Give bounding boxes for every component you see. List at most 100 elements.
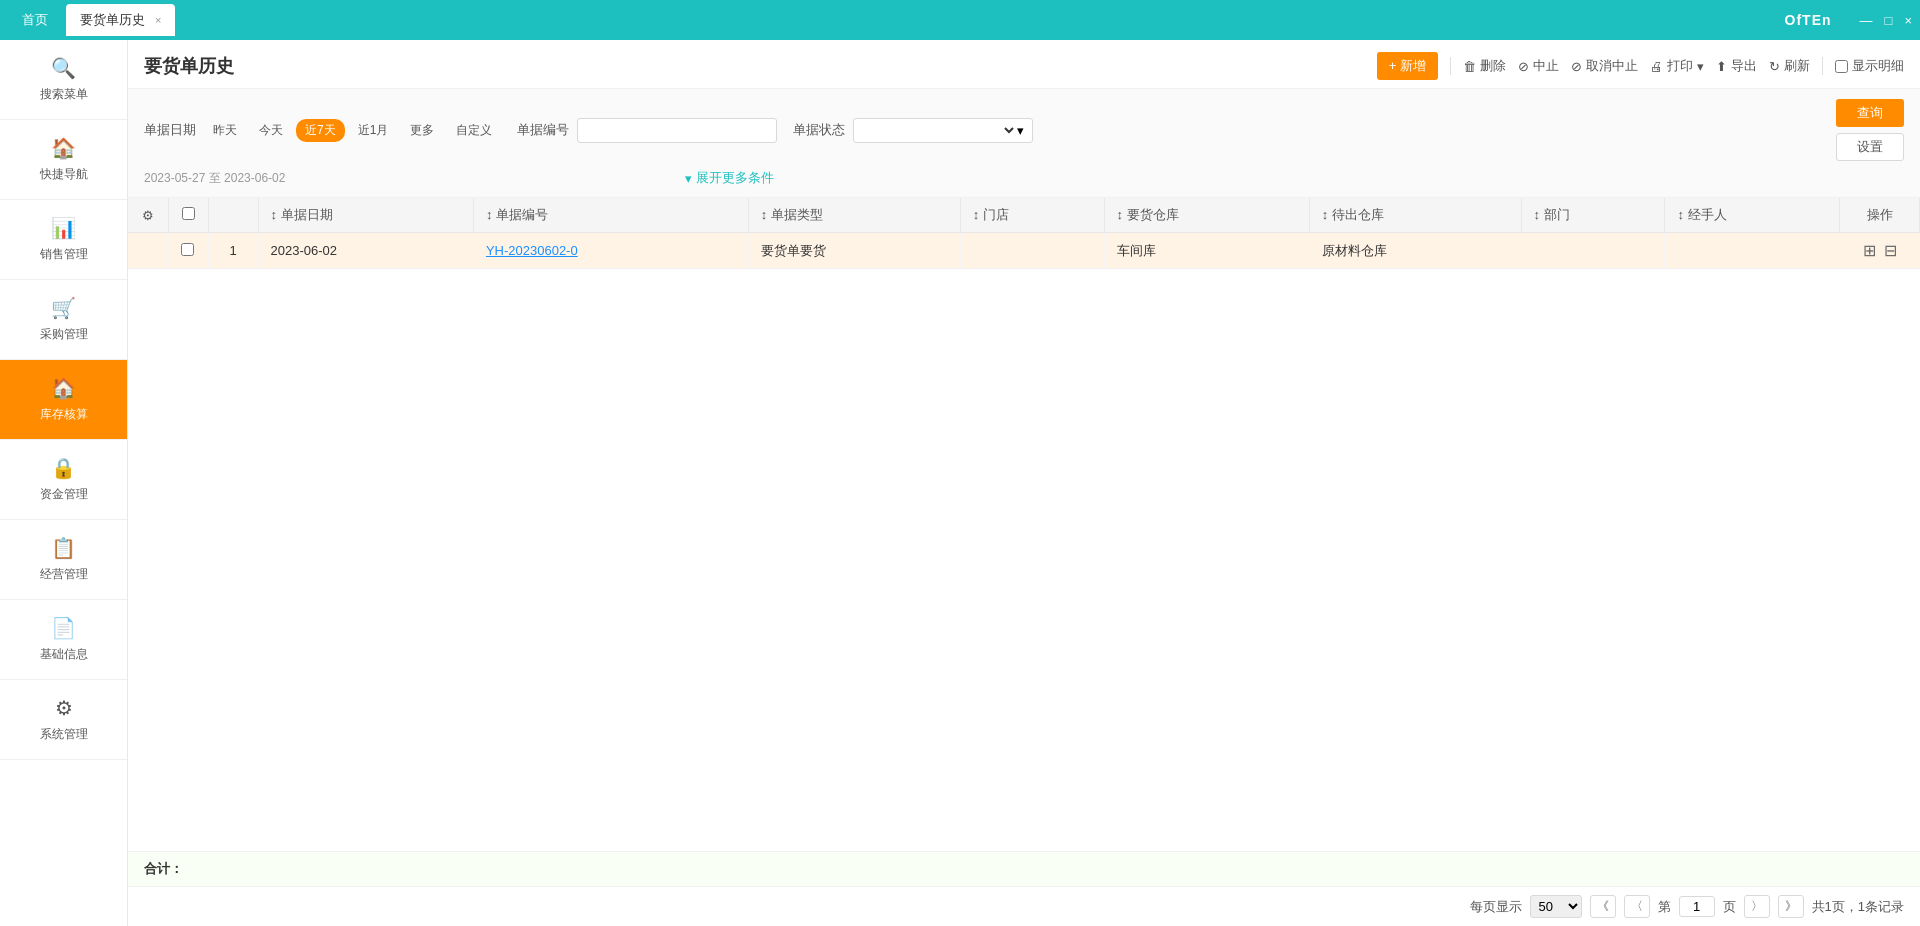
sidebar-item-label-inventory: 库存核算 [40,406,88,423]
tab-home[interactable]: 首页 [8,4,62,36]
sidebar-item-basic-info[interactable]: 📄 基础信息 [0,600,127,680]
show-detail-label: 显示明细 [1852,57,1904,75]
shortcut-nav-icon: 🏠 [51,136,76,160]
expand-conditions-button[interactable]: ▾ 展开更多条件 [685,169,774,187]
page-size-select[interactable]: 50 10 20 100 [1530,895,1582,918]
row-docno[interactable]: YH-20230602-0 [473,233,748,269]
sidebar-item-sales-mgmt[interactable]: 📊 销售管理 [0,200,127,280]
col-settings[interactable]: ⚙ [128,198,168,233]
col-date-label: ↕ 单据日期 [271,207,333,222]
refresh-label: 刷新 [1784,57,1810,75]
delete-icon: 🗑 [1463,59,1476,74]
row-handler [1665,233,1840,269]
col-doctype-label: ↕ 单据类型 [761,207,823,222]
tab-close-icon[interactable]: × [155,14,161,26]
date-range-text: 2023-05-27 至 2023-06-02 [144,170,285,187]
next-page-button[interactable]: 〉 [1744,895,1770,918]
show-detail-checkbox[interactable] [1835,60,1848,73]
col-dept[interactable]: ↕ 部门 [1521,198,1665,233]
window-minimize-icon[interactable]: — [1860,13,1873,28]
summary-label: 合计： [144,860,183,878]
data-table: ⚙ ↕ 单据日期 ↕ 单据编号 ↕ 单据类型 [128,198,1920,269]
basic-info-icon: 📄 [51,616,76,640]
col-store[interactable]: ↕ 门店 [960,198,1104,233]
sidebar-item-system-mgmt[interactable]: ⚙ 系统管理 [0,680,127,760]
top-bar: 首页 要货单历史 × OfTEn — □ × [0,0,1920,40]
col-date[interactable]: ↕ 单据日期 [258,198,473,233]
col-handler[interactable]: ↕ 经手人 [1665,198,1840,233]
docno-filter-input[interactable] [577,118,777,143]
date-btn-7days[interactable]: 近7天 [296,119,345,142]
print-button[interactable]: 🖨 打印 ▾ [1650,57,1704,75]
date-btn-today[interactable]: 今天 [250,119,292,142]
row-doctype: 要货单要货 [748,233,960,269]
prev-page-button[interactable]: 〈 [1624,895,1650,918]
print-icon: 🖨 [1650,59,1663,74]
sidebar-item-purchase-mgmt[interactable]: 🛒 采购管理 [0,280,127,360]
cancel-stop-label: 取消中止 [1586,57,1638,75]
page-header: 要货单历史 + 新增 🗑 删除 ⊘ 中止 ⊘ 取消中止 🖨 打 [128,40,1920,89]
row-num: 1 [208,233,258,269]
stop-button[interactable]: ⊘ 中止 [1518,57,1559,75]
page-label: 第 [1658,898,1671,916]
col-docno[interactable]: ↕ 单据编号 [473,198,748,233]
filter-second-row: 2023-05-27 至 2023-06-02 ▾ 展开更多条件 [144,169,1904,187]
delete-label: 删除 [1480,57,1506,75]
page-number-input[interactable] [1679,896,1715,917]
sidebar-item-finance[interactable]: 🔒 资金管理 [0,440,127,520]
table-header-row: ⚙ ↕ 单据日期 ↕ 单据编号 ↕ 单据类型 [128,198,1920,233]
row-edit-icon[interactable]: ⊞ [1863,241,1876,260]
row-checkbox[interactable] [181,243,194,256]
row-wait-warehouse: 原材料仓库 [1309,233,1521,269]
date-filter-label: 单据日期 [144,121,196,139]
settings-button[interactable]: 设置 [1836,133,1904,161]
select-all-checkbox[interactable] [182,207,195,220]
sidebar-item-label-basic-info: 基础信息 [40,646,88,663]
table-row: 1 2023-06-02 YH-20230602-0 要货单要货 车间库 原材料… [128,233,1920,269]
export-label: 导出 [1731,57,1757,75]
filter-actions: 查询 设置 [1836,99,1904,161]
delete-button[interactable]: 🗑 删除 [1463,57,1506,75]
row-more-icon[interactable]: ⊟ [1884,241,1897,260]
col-req-warehouse[interactable]: ↕ 要货仓库 [1104,198,1309,233]
sidebar-item-inventory[interactable]: 🏠 库存核算 [0,360,127,440]
print-dropdown-icon: ▾ [1697,59,1704,74]
date-btn-1month[interactable]: 近1月 [349,119,398,142]
pagination-bar: 每页显示 50 10 20 100 《 〈 第 页 〉 》 共1页，1条记录 [128,886,1920,926]
window-maximize-icon[interactable]: □ [1885,13,1893,28]
content-area: 要货单历史 + 新增 🗑 删除 ⊘ 中止 ⊘ 取消中止 🖨 打 [128,40,1920,926]
sidebar-item-shortcut-nav[interactable]: 🏠 快捷导航 [0,120,127,200]
filter-bar: 单据日期 昨天 今天 近7天 近1月 更多 自定义 单据编号 [128,89,1920,198]
window-close-icon[interactable]: × [1904,13,1912,28]
sales-mgmt-icon: 📊 [51,216,76,240]
toolbar-divider-2 [1822,57,1823,75]
expand-label: 展开更多条件 [696,169,774,187]
refresh-button[interactable]: ↻ 刷新 [1769,57,1810,75]
col-handler-label: ↕ 经手人 [1677,207,1726,222]
cancel-stop-button[interactable]: ⊘ 取消中止 [1571,57,1638,75]
brand-logo: OfTEn [1785,12,1832,28]
status-filter-select[interactable] [862,122,1017,139]
tab-purchase-history[interactable]: 要货单历史 × [66,4,175,36]
refresh-icon: ↻ [1769,59,1780,74]
query-button[interactable]: 查询 [1836,99,1904,127]
status-filter-select-wrapper[interactable]: ▾ [853,118,1033,143]
row-checkbox-cell [168,233,208,269]
date-btn-yesterday[interactable]: 昨天 [204,119,246,142]
show-detail-toggle[interactable]: 显示明细 [1835,57,1904,75]
export-button[interactable]: ⬆ 导出 [1716,57,1757,75]
sidebar-item-operations[interactable]: 📋 经营管理 [0,520,127,600]
col-doctype[interactable]: ↕ 单据类型 [748,198,960,233]
status-dropdown-icon: ▾ [1017,123,1024,138]
col-wait-warehouse[interactable]: ↕ 待出仓库 [1309,198,1521,233]
expand-icon: ▾ [685,171,692,186]
last-page-button[interactable]: 》 [1778,895,1804,918]
status-filter-label: 单据状态 [793,121,845,139]
first-page-button[interactable]: 《 [1590,895,1616,918]
page-title: 要货单历史 [144,54,234,78]
date-btn-more[interactable]: 更多 [401,119,443,142]
sidebar-item-search-menu[interactable]: 🔍 搜索菜单 [0,40,127,120]
date-btn-custom[interactable]: 自定义 [447,119,501,142]
inventory-icon: 🏠 [51,376,76,400]
new-button[interactable]: + 新增 [1377,52,1438,80]
